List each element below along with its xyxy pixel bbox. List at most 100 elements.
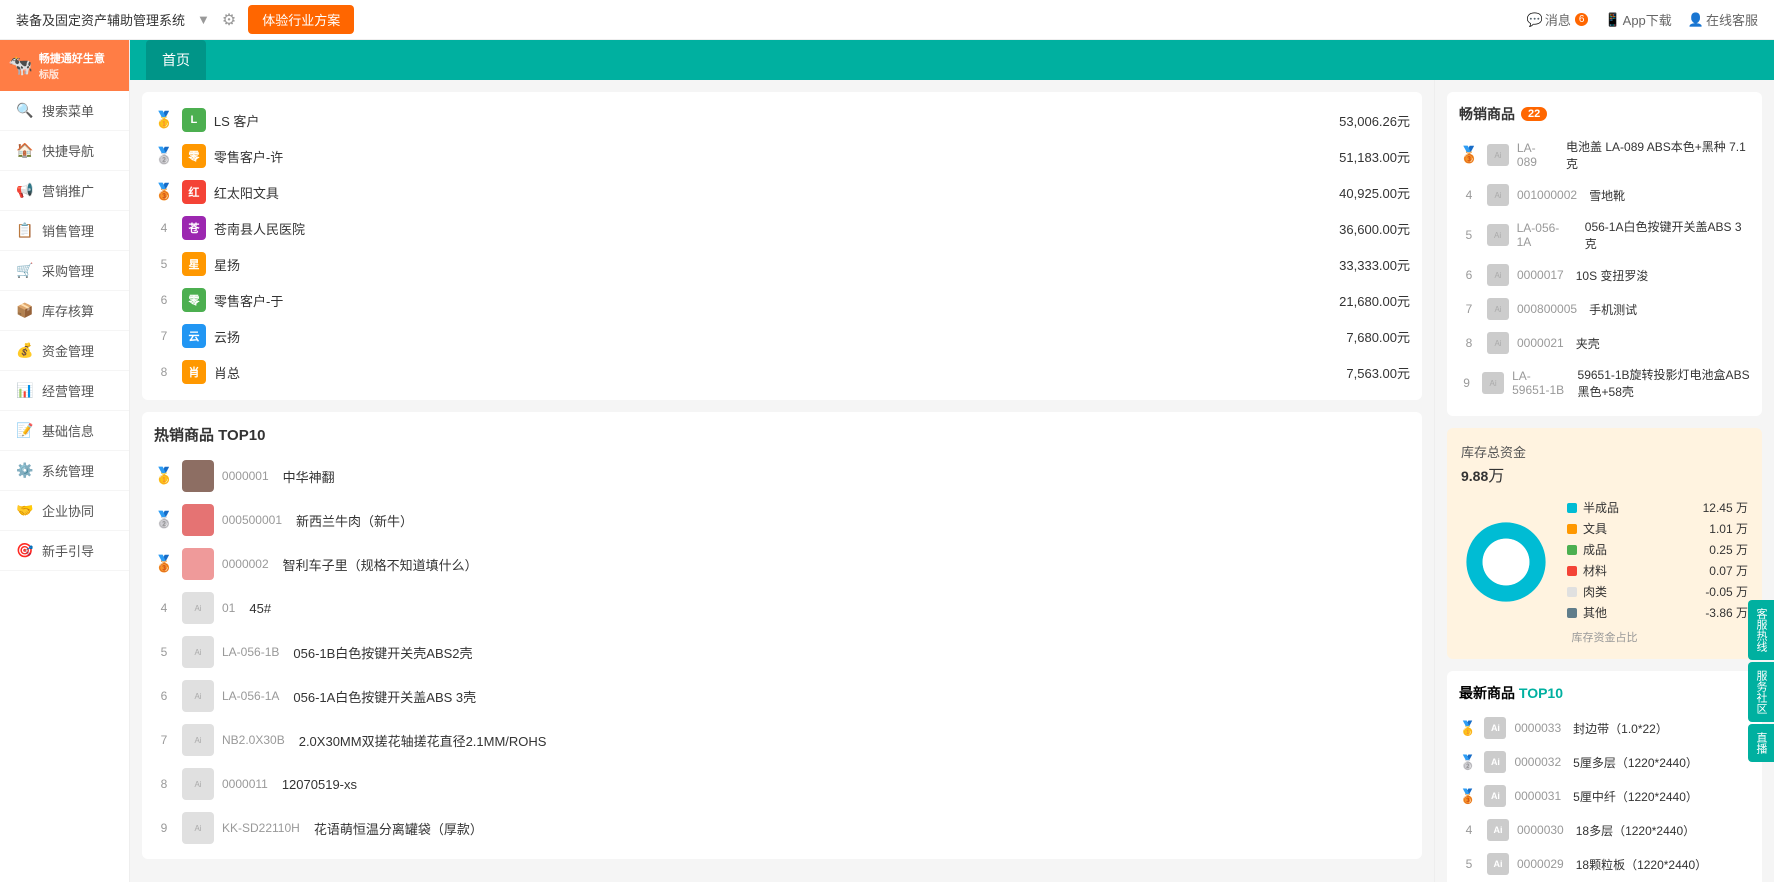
legend-color-dot <box>1567 608 1577 618</box>
rank-number: 9 <box>1459 376 1474 390</box>
dropdown-arrow-icon[interactable]: ▼ <box>197 12 210 27</box>
legend-value: 12.45 万 <box>1703 499 1748 516</box>
product-name: 电池盖 LA-089 ABS本色+黑种 7.1克 <box>1566 138 1750 172</box>
best-sell-item: 5 Ai LA-056-1A 056-1A白色按键开关盖ABS 3克 <box>1459 214 1750 256</box>
rank-number: 8 <box>154 777 174 791</box>
search-icon: 🔍 <box>16 102 34 120</box>
legend-item: 肉类 -0.05 万 <box>1567 583 1748 600</box>
sidebar-item-operations[interactable]: 📊 经营管理 <box>0 371 129 411</box>
service-area[interactable]: 👤 在线客服 <box>1688 10 1758 29</box>
sidebar-item-marketing[interactable]: 📢 营销推广 <box>0 171 129 211</box>
legend-item: 成品 0.25 万 <box>1567 541 1748 558</box>
inventory-chart-label: 库存资金占比 <box>1461 629 1748 645</box>
product-image-placeholder: Ai <box>1487 853 1509 875</box>
product-code: KK-SD22110H <box>222 821 300 835</box>
bronze-medal-icon: 🥉 <box>154 554 174 574</box>
new-products-panel: 最新商品 TOP10 🥇 Ai 0000033 封边带（1.0*22） 🥈 Ai… <box>1447 671 1762 882</box>
hot-product-item: 6 Ai LA-056-1A 056-1A白色按键开关盖ABS 3壳 <box>154 677 1410 715</box>
legend-name: 其他 <box>1583 604 1699 621</box>
product-image-placeholder: Ai <box>182 768 214 800</box>
product-name: 056-1A白色按键开关盖ABS 3壳 <box>293 687 476 706</box>
sidebar-item-quicknav[interactable]: 🏠 快捷导航 <box>0 131 129 171</box>
product-name: 手机测试 <box>1589 301 1637 318</box>
product-code: 0000017 <box>1517 268 1564 282</box>
product-image-placeholder: Ai <box>182 680 214 712</box>
sidebar-item-base[interactable]: 📝 基础信息 <box>0 411 129 451</box>
customer-rank-list: 🥇 L LS 客户 53,006.26元 🥈 零 零售客户-许 51,183.0… <box>154 104 1410 388</box>
product-image-placeholder: Ai <box>182 812 214 844</box>
rank-number: 7 <box>1459 302 1479 316</box>
product-image-placeholder: Ai <box>1487 144 1509 166</box>
rank-number: 5 <box>154 645 174 659</box>
service-icon: 👤 <box>1688 12 1704 28</box>
product-image-placeholder: Ai <box>1487 819 1509 841</box>
legend-color-dot <box>1567 566 1577 576</box>
rank-name: 肖总 <box>214 363 1338 382</box>
product-code: 0000032 <box>1514 755 1561 769</box>
product-code: LA-59651-1B <box>1512 369 1565 397</box>
customer-rank-item: 7 云 云扬 7,680.00元 <box>154 320 1410 352</box>
mobile-icon: 📱 <box>1604 12 1620 28</box>
rank-number: 6 <box>154 689 174 703</box>
product-name: 056-1A白色按键开关盖ABS 3克 <box>1585 218 1750 252</box>
sidebar-item-purchase[interactable]: 🛒 采购管理 <box>0 251 129 291</box>
sidebar-item-system[interactable]: ⚙️ 系统管理 <box>0 451 129 491</box>
trial-button[interactable]: 体验行业方案 <box>248 5 354 34</box>
info-icon: 📝 <box>16 422 34 440</box>
sidebar-item-newguide[interactable]: 🎯 新手引导 <box>0 531 129 571</box>
sidebar-item-sales[interactable]: 📋 销售管理 <box>0 211 129 251</box>
product-name: 雪地靴 <box>1589 187 1625 204</box>
nav-home[interactable]: 首页 <box>146 40 206 80</box>
app-label: App下载 <box>1623 10 1672 29</box>
rank-number: 9 <box>154 821 174 835</box>
product-image-placeholder: Ai <box>1487 264 1509 286</box>
inventory-title: 库存总资金 <box>1461 442 1526 461</box>
logo-icon: 🐄 <box>8 53 33 78</box>
rank-amount: 7,563.00元 <box>1346 363 1410 382</box>
best-sell-title: 畅销商品 22 <box>1459 104 1750 124</box>
new-products-top-label: TOP10 <box>1519 685 1563 701</box>
float-btn-2[interactable]: 直播 <box>1748 724 1774 762</box>
product-code: 0000031 <box>1514 789 1561 803</box>
legend-name: 成品 <box>1583 541 1703 558</box>
inventory-panel: 库存总资金 9.88万 <box>1447 428 1762 659</box>
hot-product-item: 🥈 000500001 新西兰牛肉（新牛） <box>154 501 1410 539</box>
customer-rank-item: 5 星 星扬 33,333.00元 <box>154 248 1410 280</box>
legend-item: 半成品 12.45 万 <box>1567 499 1748 516</box>
sidebar-item-cooperation[interactable]: 🤝 企业协同 <box>0 491 129 531</box>
sidebar-logo: 🐄 畅捷通好生意 标版 <box>0 40 129 91</box>
sidebar-item-search[interactable]: 🔍 搜索菜单 <box>0 91 129 131</box>
sidebar-item-finance[interactable]: 💰 资金管理 <box>0 331 129 371</box>
customer-rank-item: 🥉 红 红太阳文具 40,925.00元 <box>154 176 1410 208</box>
legend-value: 1.01 万 <box>1709 520 1748 537</box>
donut-legend: 半成品 12.45 万 文具 1.01 万 成品 0.25 万 材料 0.07 … <box>1567 499 1748 625</box>
service-label: 在线客服 <box>1706 10 1758 29</box>
legend-name: 肉类 <box>1583 583 1699 600</box>
float-btn-1[interactable]: 服务社区 <box>1748 662 1774 722</box>
product-name: 18多层（1220*2440） <box>1576 822 1695 839</box>
best-sell-item: 6 Ai 0000017 10S 变扭罗浚 <box>1459 260 1750 290</box>
sidebar-item-inventory[interactable]: 📦 库存核算 <box>0 291 129 331</box>
message-area[interactable]: 💬 消息 6 <box>1527 10 1589 29</box>
inventory-unit: 万 <box>1488 468 1504 485</box>
rank-avatar: 云 <box>182 324 206 348</box>
rank-number: 5 <box>1459 228 1479 242</box>
product-name: 封边带（1.0*22） <box>1573 720 1668 737</box>
main-layout: 🐄 畅捷通好生意 标版 🔍 搜索菜单 🏠 快捷导航 📢 营销推广 📋 销售管理 … <box>0 40 1774 882</box>
hot-product-item: 🥇 0000001 中华神翻 <box>154 457 1410 495</box>
rank-amount: 33,333.00元 <box>1339 255 1410 274</box>
settings-icon[interactable]: ⚙ <box>222 10 236 30</box>
hot-products-list: 🥇 0000001 中华神翻 🥈 000500001 新西兰牛肉（新牛） 🥉 0… <box>154 457 1410 847</box>
rank-avatar: 苍 <box>182 216 206 240</box>
best-sell-title-text: 畅销商品 <box>1459 104 1515 124</box>
rank-avatar: 零 <box>182 144 206 168</box>
float-btn-0[interactable]: 客服热线 <box>1748 600 1774 660</box>
product-code: 000800005 <box>1517 302 1577 316</box>
hot-product-item: 4 Ai 01 45# <box>154 589 1410 627</box>
app-download-area[interactable]: 📱 App下载 <box>1604 10 1671 29</box>
best-sell-item: 9 Ai LA-59651-1B 59651-1B旋转投影灯电池盒ABS黑色+5… <box>1459 362 1750 404</box>
rank-name: 零售客户-于 <box>214 291 1331 310</box>
product-image-placeholder: Ai <box>1487 184 1509 206</box>
content-area: 首页 🥇 L LS 客户 53,006.26元 🥈 零 零售客户-许 51,18… <box>130 40 1774 882</box>
legend-color-dot <box>1567 587 1577 597</box>
